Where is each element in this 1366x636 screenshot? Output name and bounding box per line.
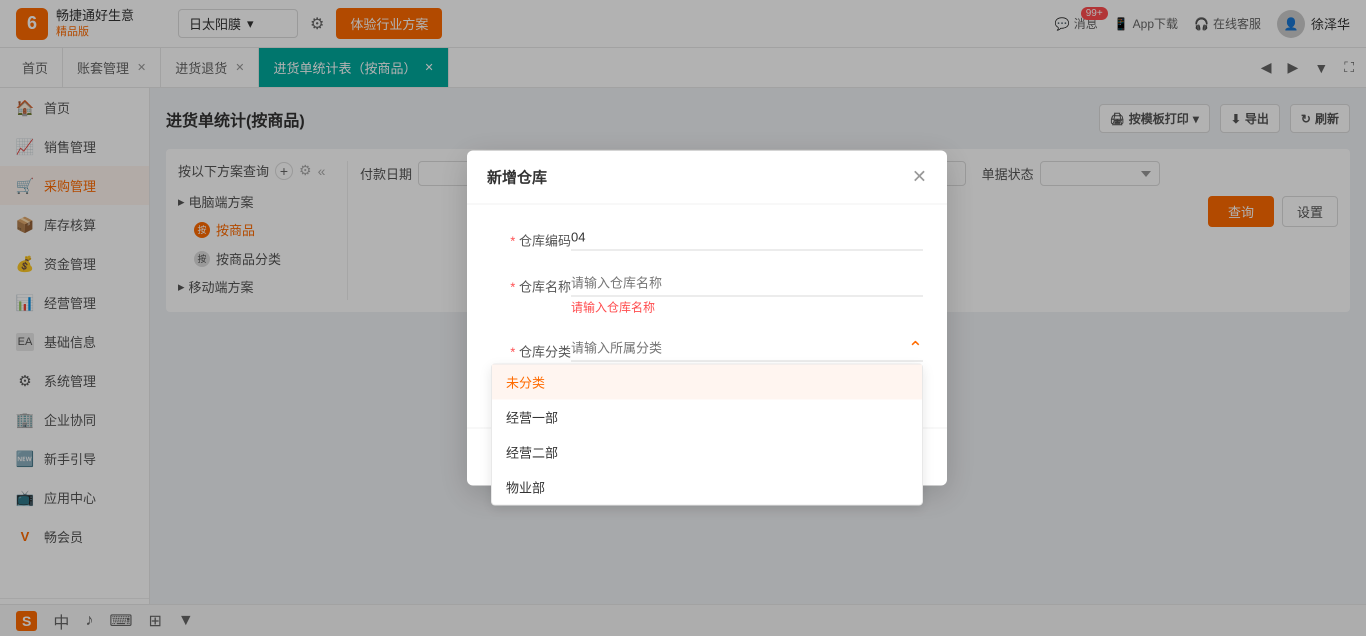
- name-error-msg: 请输入仓库名称: [571, 299, 923, 316]
- code-control: [571, 225, 923, 251]
- modal-header: 新增仓库 ✕: [467, 151, 947, 205]
- category-label: * 仓库分类: [491, 336, 571, 361]
- modal-body: * 仓库编码 * 仓库名称 请输入仓库名称 * 仓库分类: [467, 205, 947, 428]
- name-label: * 仓库名称: [491, 271, 571, 296]
- chevron-up-icon[interactable]: ⌃: [908, 338, 923, 359]
- dropdown-item-dept1[interactable]: 经营一部: [492, 400, 922, 435]
- modal-title: 新增仓库: [487, 167, 547, 188]
- code-input[interactable]: [571, 225, 923, 251]
- modal-close-button[interactable]: ✕: [912, 167, 927, 188]
- dropdown-item-uncategorized[interactable]: 未分类: [492, 365, 922, 400]
- add-warehouse-modal: 新增仓库 ✕ * 仓库编码 * 仓库名称 请输入仓库名称: [467, 151, 947, 486]
- category-dropdown: 未分类 经营一部 经营二部 物业部: [491, 364, 923, 506]
- category-input-wrapper: ⌃: [571, 336, 923, 362]
- category-input[interactable]: [571, 336, 923, 362]
- name-input[interactable]: [571, 271, 923, 297]
- code-label: * 仓库编码: [491, 225, 571, 250]
- category-control: ⌃ 未分类 经营一部 经营二部 物业部: [571, 336, 923, 362]
- category-field-row: * 仓库分类 ⌃ 未分类 经营一部 经营二部 物业部: [491, 336, 923, 362]
- dropdown-item-dept2[interactable]: 经营二部: [492, 435, 922, 470]
- name-control: 请输入仓库名称: [571, 271, 923, 316]
- name-field-row: * 仓库名称 请输入仓库名称: [491, 271, 923, 316]
- code-field-row: * 仓库编码: [491, 225, 923, 251]
- dropdown-item-property[interactable]: 物业部: [492, 470, 922, 505]
